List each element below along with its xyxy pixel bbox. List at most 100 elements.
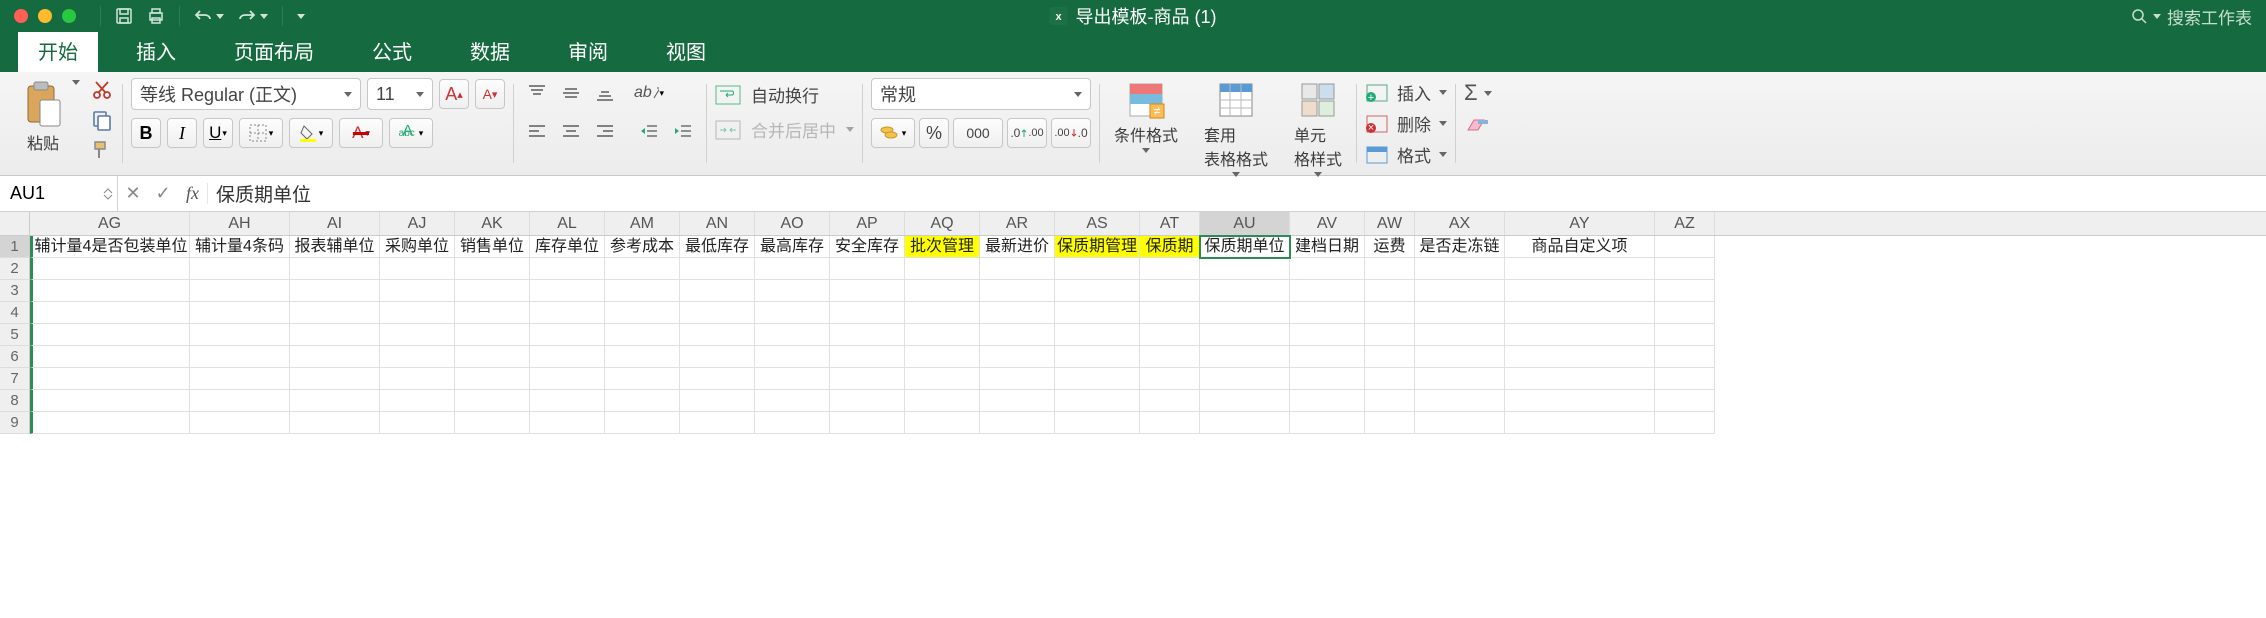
cell-AS7[interactable] (1055, 368, 1140, 390)
col-header-AG[interactable]: AG (30, 212, 190, 235)
cell-AM3[interactable] (605, 280, 680, 302)
row-header-7[interactable]: 7 (0, 368, 30, 390)
cell-AL5[interactable] (530, 324, 605, 346)
tab-insert[interactable]: 插入 (116, 28, 196, 72)
cell-AX4[interactable] (1415, 302, 1505, 324)
tab-view[interactable]: 视图 (646, 28, 726, 72)
cell-AJ4[interactable] (380, 302, 455, 324)
font-name-combo[interactable]: 等线 Regular (正文) (131, 78, 361, 110)
comma-button[interactable]: 000 (953, 118, 1003, 148)
cell-AK8[interactable] (455, 390, 530, 412)
cell-AW3[interactable] (1365, 280, 1415, 302)
row-header-9[interactable]: 9 (0, 412, 30, 434)
cell-AY4[interactable] (1505, 302, 1655, 324)
cell-AN9[interactable] (680, 412, 755, 434)
font-color-button[interactable]: A▾ (339, 118, 383, 148)
cell-AH9[interactable] (190, 412, 290, 434)
cell-AT5[interactable] (1140, 324, 1200, 346)
cell-AR1[interactable]: 最新进价 (980, 236, 1055, 258)
right-align-button[interactable] (590, 116, 620, 146)
cell-AW1[interactable]: 运费 (1365, 236, 1415, 258)
cell-AG5[interactable] (30, 324, 190, 346)
cell-AK1[interactable]: 销售单位 (455, 236, 530, 258)
cell-AR2[interactable] (980, 258, 1055, 280)
cell-AX9[interactable] (1415, 412, 1505, 434)
cell-AG2[interactable] (30, 258, 190, 280)
cell-AI3[interactable] (290, 280, 380, 302)
col-header-AM[interactable]: AM (605, 212, 680, 235)
cell-AV3[interactable] (1290, 280, 1365, 302)
cell-AU5[interactable] (1200, 324, 1290, 346)
col-header-AN[interactable]: AN (680, 212, 755, 235)
col-header-AQ[interactable]: AQ (905, 212, 980, 235)
cell-AY9[interactable] (1505, 412, 1655, 434)
cell-AH4[interactable] (190, 302, 290, 324)
cell-AK4[interactable] (455, 302, 530, 324)
print-icon[interactable] (147, 7, 165, 25)
cell-AL9[interactable] (530, 412, 605, 434)
cell-AK9[interactable] (455, 412, 530, 434)
select-all-corner[interactable] (0, 212, 30, 235)
cell-AM7[interactable] (605, 368, 680, 390)
cell-AP1[interactable]: 安全库存 (830, 236, 905, 258)
cell-AT6[interactable] (1140, 346, 1200, 368)
close-window-button[interactable] (14, 9, 28, 23)
cell-AO6[interactable] (755, 346, 830, 368)
tab-layout[interactable]: 页面布局 (214, 28, 334, 72)
cell-AX2[interactable] (1415, 258, 1505, 280)
cell-AO3[interactable] (755, 280, 830, 302)
cell-AX6[interactable] (1415, 346, 1505, 368)
wrap-text-button[interactable]: 自动换行 (715, 82, 854, 107)
cell-AR6[interactable] (980, 346, 1055, 368)
underline-button[interactable]: U▾ (203, 118, 233, 148)
cell-AP9[interactable] (830, 412, 905, 434)
cell-AV8[interactable] (1290, 390, 1365, 412)
cell-AP2[interactable] (830, 258, 905, 280)
grow-font-button[interactable]: A▴ (439, 79, 469, 109)
cell-AV1[interactable]: 建档日期 (1290, 236, 1365, 258)
cell-AN6[interactable] (680, 346, 755, 368)
shrink-font-button[interactable]: A▾ (475, 79, 505, 109)
undo-icon[interactable] (194, 9, 224, 23)
cell-AO9[interactable] (755, 412, 830, 434)
cell-AX3[interactable] (1415, 280, 1505, 302)
cell-AH5[interactable] (190, 324, 290, 346)
tab-review[interactable]: 审阅 (548, 28, 628, 72)
cell-AP6[interactable] (830, 346, 905, 368)
sheet-search[interactable]: 搜索工作表 (2131, 4, 2266, 29)
cell-AY6[interactable] (1505, 346, 1655, 368)
cell-AO1[interactable]: 最高库存 (755, 236, 830, 258)
col-header-AK[interactable]: AK (455, 212, 530, 235)
col-header-AL[interactable]: AL (530, 212, 605, 235)
cell-AI9[interactable] (290, 412, 380, 434)
cell-AQ9[interactable] (905, 412, 980, 434)
cell-AR3[interactable] (980, 280, 1055, 302)
cell-AQ5[interactable] (905, 324, 980, 346)
format-cells-button[interactable]: 格式 (1365, 142, 1447, 167)
cell-AT3[interactable] (1140, 280, 1200, 302)
cell-AU1[interactable]: 保质期单位 (1200, 236, 1290, 258)
cell-AS9[interactable] (1055, 412, 1140, 434)
fullscreen-window-button[interactable] (62, 9, 76, 23)
row-header-4[interactable]: 4 (0, 302, 30, 324)
cell-AJ6[interactable] (380, 346, 455, 368)
cell-AQ4[interactable] (905, 302, 980, 324)
cell-AJ7[interactable] (380, 368, 455, 390)
cell-AV9[interactable] (1290, 412, 1365, 434)
cell-AJ9[interactable] (380, 412, 455, 434)
fx-icon[interactable]: fx (178, 183, 208, 204)
cell-AW2[interactable] (1365, 258, 1415, 280)
col-header-AI[interactable]: AI (290, 212, 380, 235)
cell-AG3[interactable] (30, 280, 190, 302)
confirm-formula-icon[interactable]: ✓ (148, 176, 178, 211)
cell-AI8[interactable] (290, 390, 380, 412)
cell-AN1[interactable]: 最低库存 (680, 236, 755, 258)
cell-AT2[interactable] (1140, 258, 1200, 280)
cell-AM9[interactable] (605, 412, 680, 434)
top-align-button[interactable] (522, 78, 552, 108)
cell-AY3[interactable] (1505, 280, 1655, 302)
col-header-AU[interactable]: AU (1200, 212, 1290, 235)
cell-AQ3[interactable] (905, 280, 980, 302)
cut-icon[interactable] (90, 78, 114, 102)
copy-icon[interactable] (90, 108, 114, 132)
